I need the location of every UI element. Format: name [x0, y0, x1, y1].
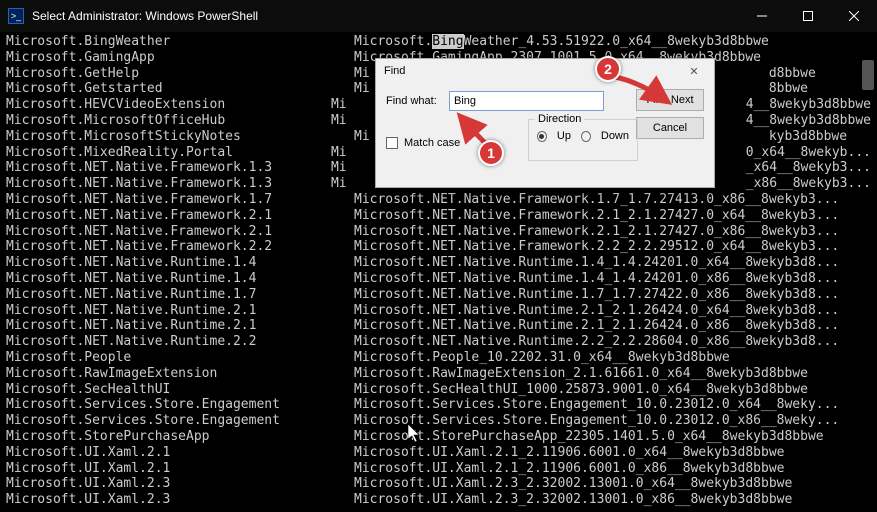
direction-group: Direction Up Down [528, 119, 638, 161]
package-name: Microsoft.NET.Native.Runtime.1.7 [6, 287, 354, 303]
output-row: Microsoft.PeopleMicrosoft.People_10.2202… [6, 350, 871, 366]
output-row: Microsoft.RawImageExtensionMicrosoft.Raw… [6, 366, 871, 382]
package-name: Microsoft.RawImageExtension [6, 366, 354, 382]
output-row: Microsoft.Services.Store.EngagementMicro… [6, 397, 871, 413]
close-button[interactable] [831, 0, 877, 32]
package-name: Microsoft.NET.Native.Runtime.1.4 [6, 271, 354, 287]
package-name: Microsoft.Getstarted [6, 81, 354, 97]
package-name: Microsoft.NET.Native.Framework.1.3 [6, 160, 331, 176]
package-fullname: Microsoft.NET.Native.Runtime.1.4_1.4.242… [354, 271, 871, 287]
output-row: Microsoft.UI.Xaml.2.3Microsoft.UI.Xaml.2… [6, 492, 871, 508]
down-label: Down [601, 130, 629, 142]
titlebar[interactable]: >_ Select Administrator: Windows PowerSh… [0, 0, 877, 32]
package-fullname: Microsoft.RawImageExtension_2.1.61661.0_… [354, 366, 871, 382]
output-row: Microsoft.Services.Store.EngagementMicro… [6, 413, 871, 429]
package-fullname: Microsoft.Services.Store.Engagement_10.0… [354, 413, 871, 429]
up-radio[interactable] [537, 131, 547, 142]
package-fullname: Microsoft.NET.Native.Runtime.2.1_2.1.264… [354, 318, 871, 334]
package-fullname: Microsoft.UI.Xaml.2.3_2.32002.13001.0_x6… [354, 476, 871, 492]
package-name: Microsoft.UI.Xaml.2.1 [6, 461, 354, 477]
package-fullname: Microsoft.NET.Native.Framework.2.1_2.1.2… [354, 208, 871, 224]
maximize-button[interactable] [785, 0, 831, 32]
powershell-icon: >_ [8, 8, 24, 24]
package-fullname: Microsoft.NET.Native.Runtime.2.2_2.2.286… [354, 334, 871, 350]
package-name: Microsoft.UI.Xaml.2.1 [6, 445, 354, 461]
package-name: Microsoft.UI.Xaml.2.3 [6, 492, 354, 508]
package-name: Microsoft.NET.Native.Runtime.2.2 [6, 334, 354, 350]
package-name: Microsoft.NET.Native.Framework.2.2 [6, 239, 354, 255]
output-row: Microsoft.NET.Native.Framework.2.1Micros… [6, 224, 871, 240]
output-row: Microsoft.StorePurchaseAppMicrosoft.Stor… [6, 429, 871, 445]
output-row: Microsoft.NET.Native.Runtime.1.7Microsof… [6, 287, 871, 303]
package-name: Microsoft.HEVCVideoExtension [6, 97, 331, 113]
output-row: Microsoft.NET.Native.Runtime.2.1Microsof… [6, 318, 871, 334]
output-row: Microsoft.SecHealthUIMicrosoft.SecHealth… [6, 382, 871, 398]
direction-label: Direction [535, 113, 584, 125]
package-fullname: Microsoft.UI.Xaml.2.1_2.11906.6001.0_x86… [354, 461, 871, 477]
cancel-button[interactable]: Cancel [636, 117, 704, 139]
minimize-button[interactable] [739, 0, 785, 32]
package-fullname: Microsoft.NET.Native.Runtime.2.1_2.1.264… [354, 303, 871, 319]
down-radio[interactable] [581, 131, 591, 142]
package-fullname: Microsoft.NET.Native.Runtime.1.7_1.7.274… [354, 287, 871, 303]
package-fullname: Microsoft.People_10.2202.31.0_x64__8weky… [354, 350, 871, 366]
scrollbar-thumb[interactable] [862, 60, 874, 90]
annotation-2: 2 [595, 56, 621, 82]
package-name: Microsoft.MicrosoftOfficeHub [6, 113, 331, 129]
search-highlight: Bing [432, 34, 463, 49]
package-fullname: Microsoft.NET.Native.Framework.2.1_2.1.2… [354, 224, 871, 240]
cursor-icon [408, 424, 422, 444]
find-what-label: Find what: [386, 95, 441, 107]
output-row: Microsoft.NET.Native.Runtime.1.4Microsof… [6, 255, 871, 271]
package-name: Microsoft.NET.Native.Runtime.2.1 [6, 318, 354, 334]
package-fullname: Microsoft.NET.Native.Framework.1.7_1.7.2… [354, 192, 871, 208]
output-row: Microsoft.BingWeatherMicrosoft.BingWeath… [6, 34, 871, 50]
output-row: Microsoft.UI.Xaml.2.1Microsoft.UI.Xaml.2… [6, 461, 871, 477]
package-name: Microsoft.SecHealthUI [6, 382, 354, 398]
output-row: Microsoft.NET.Native.Framework.2.1Micros… [6, 208, 871, 224]
package-name: Microsoft.GamingApp [6, 50, 354, 66]
package-name: Microsoft.BingWeather [6, 34, 354, 50]
package-fullname: Microsoft.NET.Native.Framework.2.2_2.2.2… [354, 239, 871, 255]
package-name: Microsoft.Services.Store.Engagement [6, 413, 354, 429]
package-name: Microsoft.UI.Xaml.2.3 [6, 476, 354, 492]
up-label: Up [557, 130, 571, 142]
package-name: Microsoft.NET.Native.Framework.2.1 [6, 224, 354, 240]
window-title: Select Administrator: Windows PowerShell [32, 9, 739, 23]
package-fullname: Microsoft.BingWeather_4.53.51922.0_x64__… [354, 34, 871, 50]
scrollbar[interactable] [862, 40, 874, 500]
package-name: Microsoft.NET.Native.Runtime.2.1 [6, 303, 354, 319]
output-row: Microsoft.UI.Xaml.2.3Microsoft.UI.Xaml.2… [6, 476, 871, 492]
package-fullname: Microsoft.StorePurchaseApp_22305.1401.5.… [354, 429, 871, 445]
output-row: Microsoft.NET.Native.Runtime.2.1Microsof… [6, 303, 871, 319]
output-row: Microsoft.UI.Xaml.2.1Microsoft.UI.Xaml.2… [6, 445, 871, 461]
annotation-1: 1 [478, 140, 504, 166]
package-name: Microsoft.People [6, 350, 354, 366]
package-name: Microsoft.StorePurchaseApp [6, 429, 354, 445]
package-name: Microsoft.MicrosoftStickyNotes [6, 129, 354, 145]
annotation-arrow-2 [610, 72, 680, 112]
package-name: Microsoft.NET.Native.Framework.1.7 [6, 192, 354, 208]
package-name: Microsoft.GetHelp [6, 66, 354, 82]
output-row: Microsoft.NET.Native.Runtime.2.2Microsof… [6, 334, 871, 350]
output-row: Microsoft.NET.Native.Runtime.1.4Microsof… [6, 271, 871, 287]
package-name: Microsoft.NET.Native.Framework.2.1 [6, 208, 354, 224]
package-name: Microsoft.NET.Native.Runtime.1.4 [6, 255, 354, 271]
package-name: Microsoft.MixedReality.Portal [6, 145, 331, 161]
package-fullname: Microsoft.NET.Native.Runtime.1.4_1.4.242… [354, 255, 871, 271]
output-row: Microsoft.NET.Native.Framework.1.7Micros… [6, 192, 871, 208]
package-fullname: Microsoft.SecHealthUI_1000.25873.9001.0_… [354, 382, 871, 398]
package-fullname: Microsoft.UI.Xaml.2.3_2.32002.13001.0_x8… [354, 492, 871, 508]
close-icon[interactable]: ✕ [682, 61, 706, 81]
package-fullname: Microsoft.Services.Store.Engagement_10.0… [354, 397, 871, 413]
package-name: Microsoft.NET.Native.Framework.1.3 [6, 176, 331, 192]
output-row: Microsoft.NET.Native.Framework.2.2Micros… [6, 239, 871, 255]
package-fullname: Microsoft.UI.Xaml.2.1_2.11906.6001.0_x64… [354, 445, 871, 461]
package-name: Microsoft.Services.Store.Engagement [6, 397, 354, 413]
match-case-checkbox[interactable] [386, 137, 398, 149]
